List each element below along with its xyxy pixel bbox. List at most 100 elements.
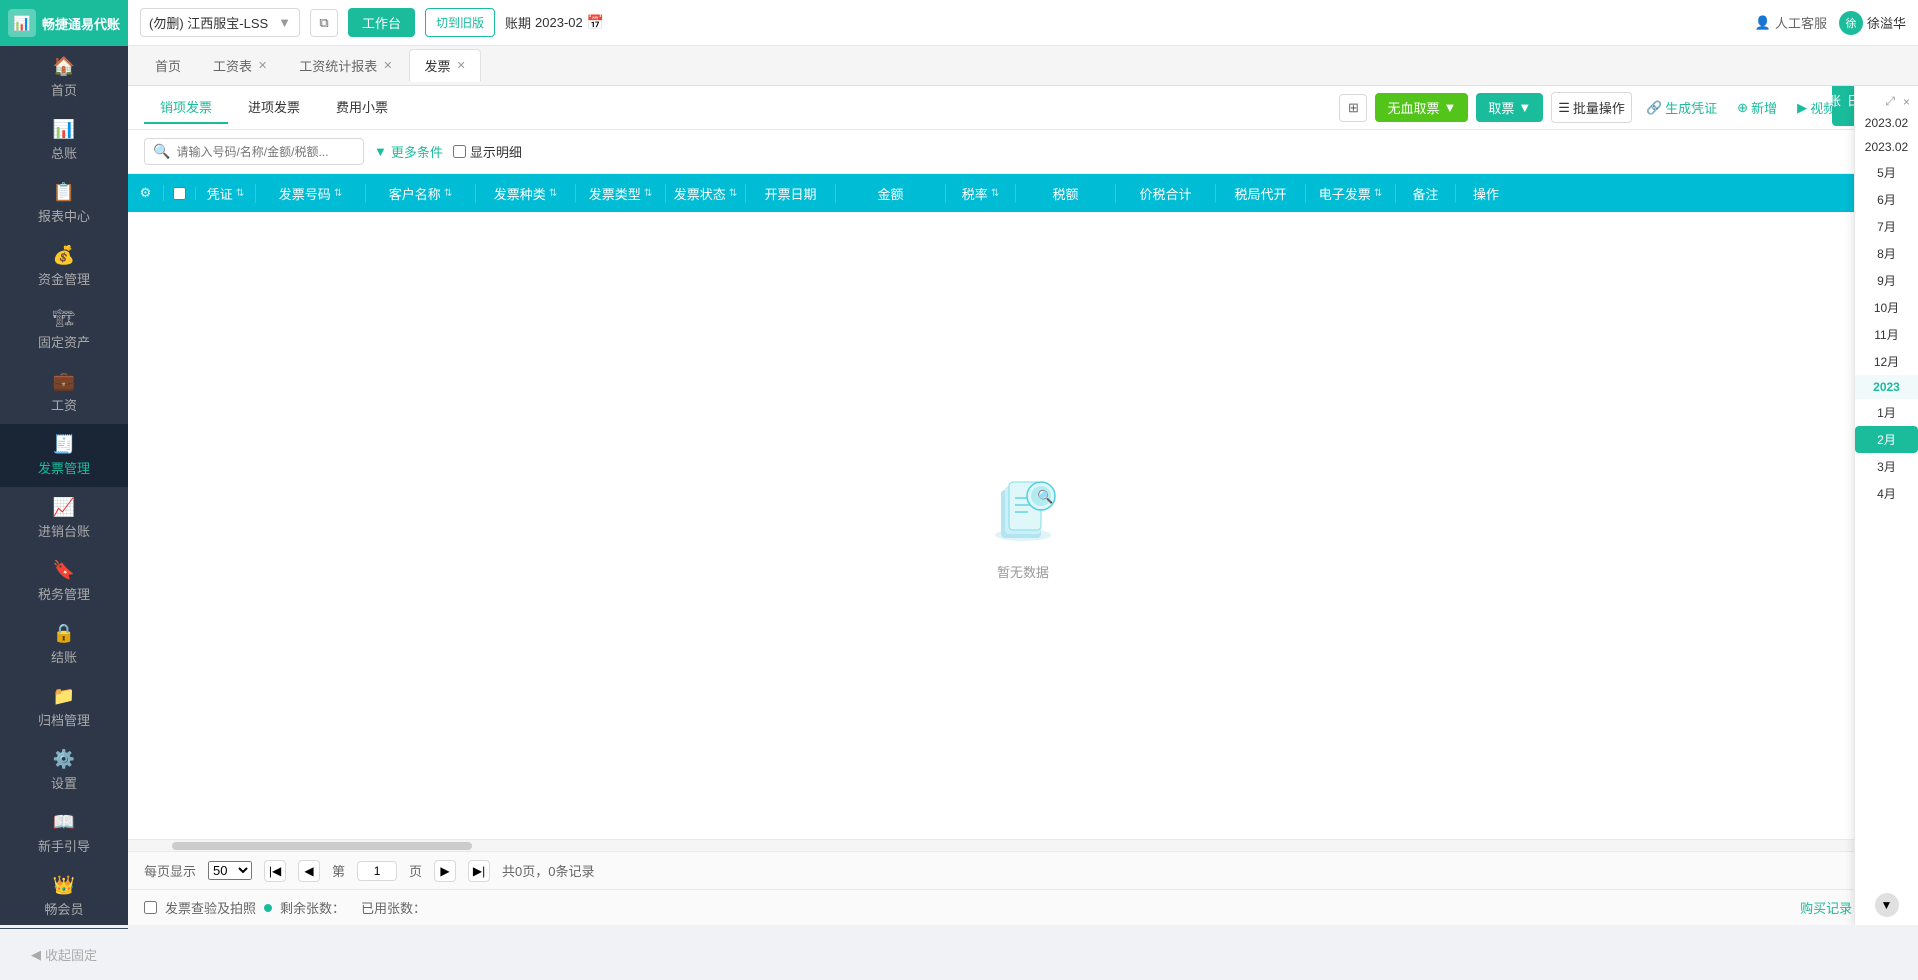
get-ticket-btn[interactable]: 取票 ▼ (1476, 93, 1543, 122)
tab-payroll-stats[interactable]: 工资统计报表 ✕ (284, 49, 407, 82)
tab-close-icon[interactable]: ✕ (457, 59, 466, 72)
th-tax-code-label: 税局代开 (1234, 184, 1286, 203)
copy-company-btn[interactable]: ⧉ (310, 9, 338, 37)
date-item-8[interactable]: 8月 (1855, 240, 1918, 267)
service-btn[interactable]: 👤 人工客服 (1755, 13, 1827, 32)
th-invoice-type[interactable]: 发票种类 ⇅ (476, 184, 576, 203)
tab-invoice[interactable]: 发票 ✕ (409, 49, 480, 82)
more-conditions-btn[interactable]: ▼ 更多条件 (374, 142, 443, 161)
date-item-2023-02-2[interactable]: 2023.02 (1855, 135, 1918, 159)
next-page-btn[interactable]: ▶ (434, 860, 456, 882)
no-ticket-btn[interactable]: 无血取票 ▼ (1375, 93, 1468, 122)
user-name: 徐溢华 (1867, 13, 1906, 32)
sidebar-item-ledger[interactable]: 📊 总账 (0, 109, 128, 172)
th-invoice-status-label: 发票状态 (674, 184, 726, 203)
batch-ops-label: 批量操作 (1573, 98, 1625, 117)
last-page-btn[interactable]: ▶| (468, 860, 490, 882)
generate-cert-label: 生成凭证 (1665, 98, 1717, 117)
sidebar-item-guide[interactable]: 📖 新手引导 (0, 802, 128, 865)
sidebar-item-label: 报表中心 (38, 206, 90, 225)
th-cert[interactable]: 凭证 ⇅ (196, 184, 256, 203)
date-item-10[interactable]: 10月 (1855, 294, 1918, 321)
calendar-icon[interactable]: 📅 (587, 14, 604, 31)
date-item-2-active[interactable]: 2月 (1855, 426, 1918, 453)
prev-page-btn[interactable]: ◀ (298, 860, 320, 882)
date-panel-close-btn[interactable]: × (1901, 92, 1912, 111)
subtab-sales-invoice[interactable]: 销项发票 (144, 91, 228, 124)
new-btn[interactable]: ⊕ 新增 (1731, 93, 1783, 122)
th-invoice-no[interactable]: 发票号码 ⇅ (256, 184, 366, 203)
th-invoice-status[interactable]: 发票状态 ⇅ (666, 184, 746, 203)
per-page-select[interactable]: 50 20 100 (208, 861, 252, 880)
sidebar-item-tax[interactable]: 🔖 税务管理 (0, 550, 128, 613)
tab-close-icon[interactable]: ✕ (383, 59, 392, 72)
tab-payroll-table[interactable]: 工资表 ✕ (198, 49, 282, 82)
subtab-expense-receipt[interactable]: 费用小票 (320, 91, 404, 124)
th-check[interactable] (164, 187, 196, 200)
invoice-verify-checkbox[interactable] (144, 901, 157, 914)
th-invoice-kind[interactable]: 发票类型 ⇅ (576, 184, 666, 203)
th-settings[interactable]: ⚙ (128, 185, 164, 201)
date-item-3[interactable]: 3月 (1855, 453, 1918, 480)
scrollbar-thumb[interactable] (172, 842, 472, 850)
th-remark: 备注 (1396, 184, 1456, 203)
th-tax-rate[interactable]: 税率 ⇅ (946, 184, 1016, 203)
date-item-6[interactable]: 6月 (1855, 186, 1918, 213)
scroll-down-btn[interactable]: ▼ (1875, 893, 1899, 917)
sort-icon: ⇅ (991, 188, 999, 199)
switch-old-button[interactable]: 切到旧版 (425, 8, 495, 37)
batch-ops-btn[interactable]: ☰ 批量操作 (1551, 92, 1632, 123)
sidebar-item-archive[interactable]: 📁 归档管理 (0, 676, 128, 739)
user-menu[interactable]: 徐 徐溢华 (1839, 11, 1906, 35)
date-item-5[interactable]: 5月 (1855, 159, 1918, 186)
date-panel-expand-btn[interactable]: ⤢ (1883, 92, 1897, 111)
date-item-1[interactable]: 1月 (1855, 399, 1918, 426)
user-avatar: 徐 (1839, 11, 1863, 35)
th-e-invoice[interactable]: 电子发票 ⇅ (1306, 184, 1396, 203)
sidebar-collapse-btn[interactable]: ◀ 收起固定 (4, 937, 124, 972)
filter-icon: ▼ (374, 144, 387, 159)
open-period-btn[interactable]: 开账日期 (1832, 86, 1854, 126)
sidebar-item-sales[interactable]: 📈 进销台账 (0, 487, 128, 550)
generate-cert-icon: 🔗 (1646, 100, 1662, 116)
sidebar-item-home[interactable]: 🏠 首页 (0, 46, 128, 109)
logo-icon: 📊 (8, 9, 36, 37)
generate-cert-btn[interactable]: 🔗 生成凭证 (1640, 93, 1723, 122)
first-page-btn[interactable]: |◀ (264, 860, 286, 882)
workbench-button[interactable]: 工作台 (348, 8, 415, 37)
sidebar-item-label: 工资 (51, 395, 77, 414)
date-item-9[interactable]: 9月 (1855, 267, 1918, 294)
date-item-7[interactable]: 7月 (1855, 213, 1918, 240)
date-item-4[interactable]: 4月 (1855, 480, 1918, 507)
grid-view-btn[interactable]: ⊞ (1339, 94, 1367, 122)
date-item-2023-02-1[interactable]: 2023.02 (1855, 111, 1918, 135)
sidebar-item-payroll[interactable]: 💼 工资 (0, 361, 128, 424)
th-customer[interactable]: 客户名称 ⇅ (366, 184, 476, 203)
sidebar-item-funds[interactable]: 💰 资金管理 (0, 235, 128, 298)
sidebar-item-reports[interactable]: 📋 报表中心 (0, 172, 128, 235)
sidebar-item-assets[interactable]: 🏗 固定资产 (0, 298, 128, 361)
show-detail-label[interactable]: 显示明细 (453, 142, 522, 161)
purchase-link[interactable]: 购买记录 (1800, 901, 1852, 916)
get-ticket-label: 取票 (1488, 98, 1514, 117)
page-input[interactable] (357, 861, 397, 881)
horizontal-scrollbar[interactable] (128, 839, 1918, 851)
subtab-purchase-invoice[interactable]: 进项发票 (232, 91, 316, 124)
search-input[interactable] (176, 145, 355, 159)
select-all-checkbox[interactable] (173, 187, 186, 200)
sidebar-item-invoices[interactable]: 🧾 发票管理 (0, 424, 128, 487)
th-invoice-kind-label: 发票类型 (589, 184, 641, 203)
sidebar-item-settings[interactable]: ⚙️ 设置 (0, 739, 128, 802)
tab-home[interactable]: 首页 (140, 49, 196, 82)
new-label: 新增 (1751, 98, 1777, 117)
sidebar-item-close[interactable]: 🔒 结账 (0, 613, 128, 676)
sidebar-item-member[interactable]: 👑 畅会员 (0, 865, 128, 928)
sort-icon: ⇅ (644, 188, 652, 199)
date-item-11[interactable]: 11月 (1855, 321, 1918, 348)
company-selector[interactable]: (勿删) 江西服宝-LSS ▼ (140, 8, 300, 37)
guide-icon: 📖 (53, 812, 75, 833)
date-item-12[interactable]: 12月 (1855, 348, 1918, 375)
sort-icon: ⇅ (1374, 188, 1382, 199)
show-detail-checkbox[interactable] (453, 145, 466, 158)
tab-close-icon[interactable]: ✕ (258, 59, 267, 72)
